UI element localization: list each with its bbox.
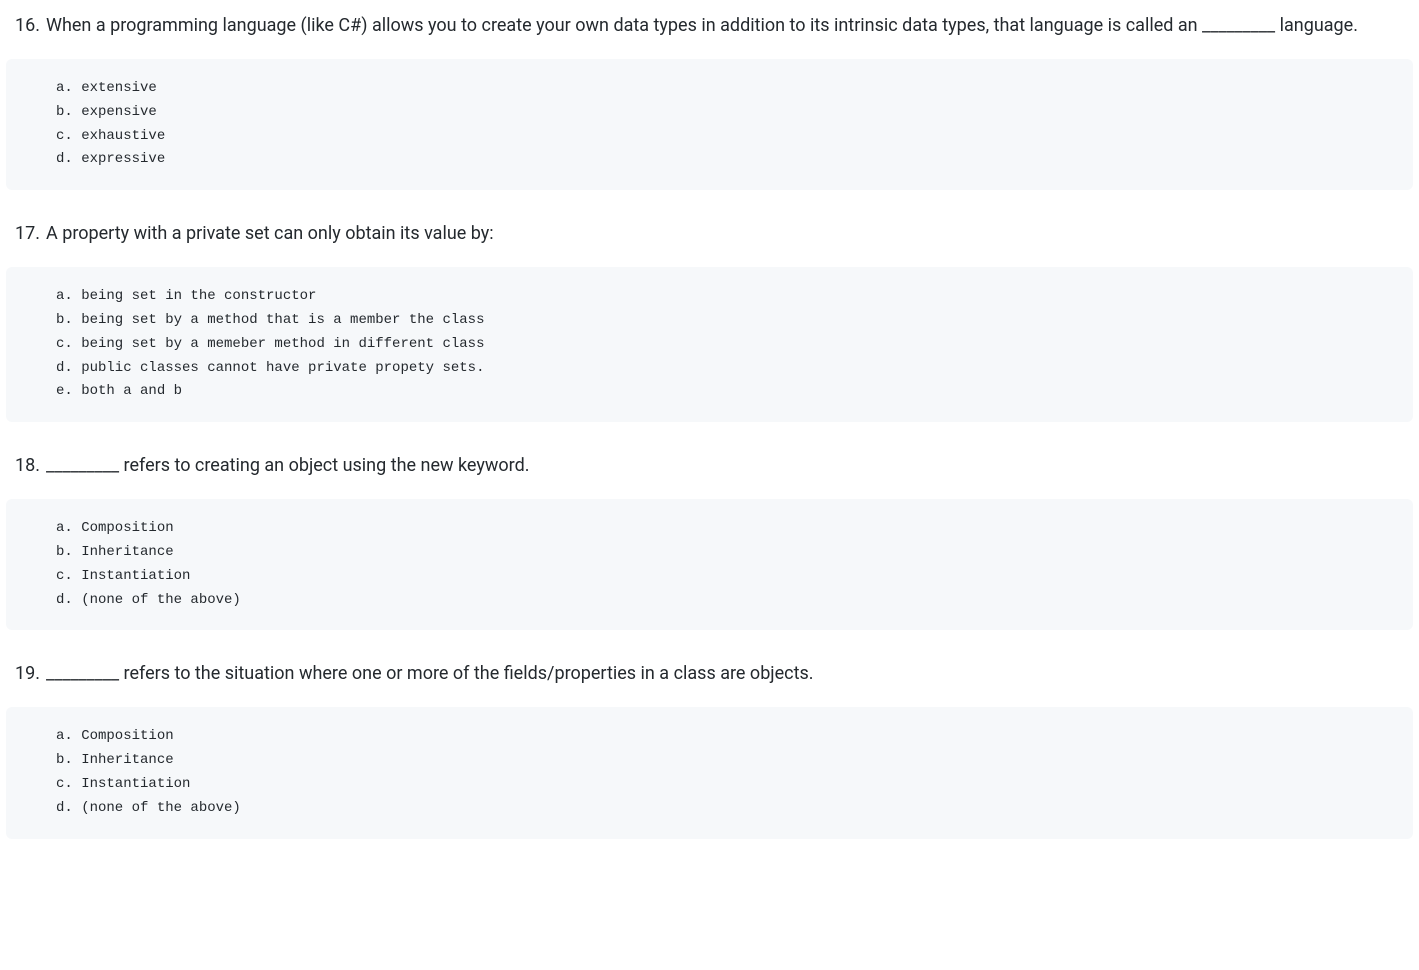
- question-16: 16. When a programming language (like C#…: [0, 12, 1419, 39]
- question-18: 18. _________ refers to creating an obje…: [0, 452, 1419, 479]
- question-body: _________ refers to the situation where …: [46, 660, 1409, 687]
- question-body: _________ refers to creating an object u…: [46, 452, 1409, 479]
- question-19: 19. _________ refers to the situation wh…: [0, 660, 1419, 687]
- options-block-18: a. Composition b. Inheritance c. Instant…: [6, 499, 1413, 630]
- question-body: A property with a private set can only o…: [46, 220, 1409, 247]
- question-number: 16.: [10, 12, 40, 39]
- question-text: 18. _________ refers to creating an obje…: [10, 452, 1409, 479]
- question-number: 18.: [10, 452, 40, 479]
- question-number: 19.: [10, 660, 40, 687]
- question-number: 17.: [10, 220, 40, 247]
- question-text: 17. A property with a private set can on…: [10, 220, 1409, 247]
- question-text: 16. When a programming language (like C#…: [10, 12, 1409, 39]
- options-block-19: a. Composition b. Inheritance c. Instant…: [6, 707, 1413, 838]
- question-body: When a programming language (like C#) al…: [46, 12, 1409, 39]
- options-block-17: a. being set in the constructor b. being…: [6, 267, 1413, 422]
- question-text: 19. _________ refers to the situation wh…: [10, 660, 1409, 687]
- options-block-16: a. extensive b. expensive c. exhaustive …: [6, 59, 1413, 190]
- question-17: 17. A property with a private set can on…: [0, 220, 1419, 247]
